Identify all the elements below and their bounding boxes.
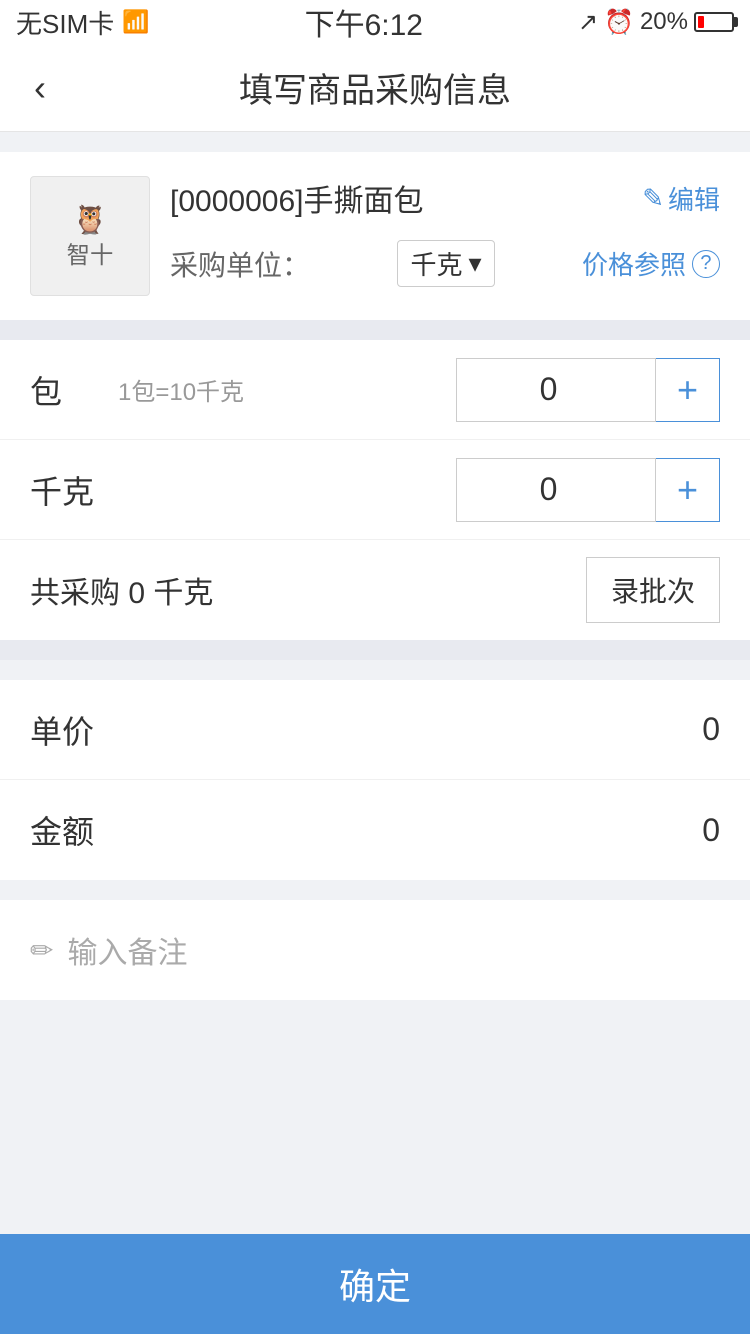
record-batch-button[interactable]: 录批次 xyxy=(586,557,720,623)
status-time: 下午6:12 xyxy=(305,0,423,44)
edit-button[interactable]: ✎ 编辑 xyxy=(642,180,720,217)
wifi-icon: 📶 xyxy=(122,9,149,35)
price-section: 单价 0 金额 0 xyxy=(0,680,750,880)
bag-label: 包 xyxy=(30,367,110,413)
amount-label: 金额 xyxy=(30,807,702,853)
bag-row: 包 1包=10千克 + xyxy=(0,340,750,440)
bag-quantity-input[interactable] xyxy=(456,358,656,422)
battery-percent: 20% xyxy=(640,8,688,36)
note-placeholder: 输入备注 xyxy=(67,928,187,972)
carrier-text: 无SIM卡 xyxy=(16,4,114,41)
bag-sublabel: 1包=10千克 xyxy=(118,372,456,407)
kg-label: 千克 xyxy=(30,467,110,513)
unit-price-row: 单价 0 xyxy=(0,680,750,780)
dropdown-arrow-icon: ▾ xyxy=(468,248,481,279)
location-icon: ↗ xyxy=(578,8,598,37)
unit-value: 千克 xyxy=(410,245,462,282)
price-ref-help-icon: ? xyxy=(692,250,720,278)
amount-row: 金额 0 xyxy=(0,780,750,880)
total-label: 共采购 0 千克 xyxy=(30,568,586,612)
status-right: ↗ ⏰ 20% xyxy=(578,8,734,37)
alarm-icon: ⏰ xyxy=(604,8,634,37)
back-button[interactable]: ‹ xyxy=(0,44,80,132)
product-name-row: [0000006]手撕面包 ✎ 编辑 xyxy=(170,176,720,220)
bag-plus-button[interactable]: + xyxy=(656,358,720,422)
unit-price-label: 单价 xyxy=(30,707,702,753)
back-arrow-icon: ‹ xyxy=(34,67,46,109)
kg-plus-button[interactable]: + xyxy=(656,458,720,522)
unit-price-value: 0 xyxy=(702,711,720,748)
note-section[interactable]: ✏ 输入备注 xyxy=(0,900,750,1000)
kg-row: 千克 + xyxy=(0,440,750,540)
product-info: [0000006]手撕面包 ✎ 编辑 采购单位： 千克 ▾ 价格参照 ? xyxy=(170,176,720,287)
price-ref-label: 价格参照 xyxy=(582,245,686,282)
amount-value: 0 xyxy=(702,812,720,849)
pencil-icon: ✏ xyxy=(30,934,53,967)
product-image: 🦉智十 xyxy=(30,176,150,296)
unit-label: 采购单位： xyxy=(170,244,310,284)
bag-input-group: + xyxy=(456,358,720,422)
edit-icon: ✎ xyxy=(642,183,664,214)
edit-label: 编辑 xyxy=(668,180,720,217)
battery-fill xyxy=(698,16,704,28)
price-ref-button[interactable]: 价格参照 ? xyxy=(582,245,720,282)
kg-input-group: + xyxy=(456,458,720,522)
page-title: 填写商品采购信息 xyxy=(239,63,511,112)
product-card: 🦉智十 [0000006]手撕面包 ✎ 编辑 采购单位： 千克 ▾ 价格参照 ? xyxy=(0,152,750,320)
product-logo: 🦉智十 xyxy=(67,203,114,270)
status-left: 无SIM卡 📶 xyxy=(16,4,150,41)
form-section: 包 1包=10千克 + 千克 + xyxy=(0,340,750,540)
unit-row: 采购单位： 千克 ▾ 价格参照 ? xyxy=(170,240,720,287)
kg-quantity-input[interactable] xyxy=(456,458,656,522)
total-row: 共采购 0 千克 录批次 xyxy=(0,540,750,640)
section-divider-1 xyxy=(0,320,750,340)
product-name: [0000006]手撕面包 xyxy=(170,176,423,220)
section-divider-2 xyxy=(0,640,750,660)
unit-select-dropdown[interactable]: 千克 ▾ xyxy=(397,240,494,287)
battery-icon xyxy=(694,12,734,32)
confirm-button[interactable]: 确定 xyxy=(0,1234,750,1334)
status-bar: 无SIM卡 📶 下午6:12 ↗ ⏰ 20% xyxy=(0,0,750,44)
nav-bar: ‹ 填写商品采购信息 xyxy=(0,44,750,132)
